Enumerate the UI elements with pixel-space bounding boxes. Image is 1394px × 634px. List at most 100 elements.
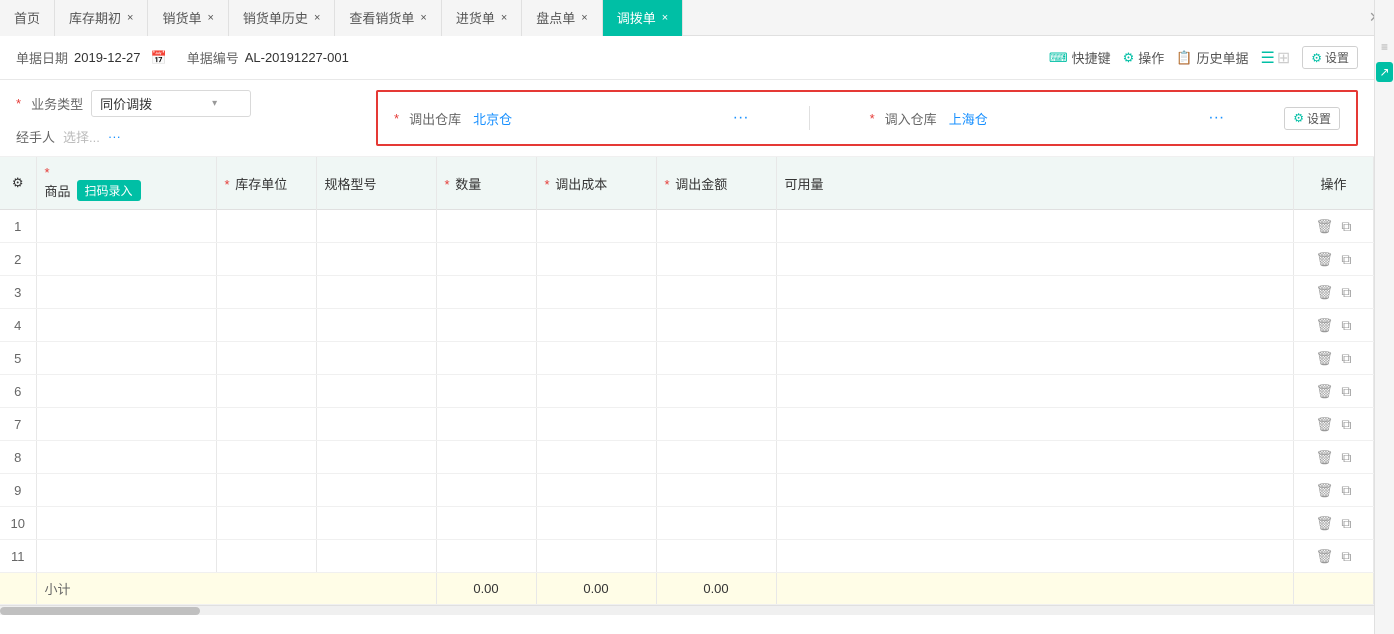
row-qty-9[interactable] [436, 474, 536, 507]
copy-row-5-button[interactable]: ⧉ [1341, 350, 1351, 367]
history-button[interactable]: 📋 历史单据 [1176, 48, 1248, 67]
row-qty-2[interactable] [436, 243, 536, 276]
business-type-select[interactable]: 同价调拨 ▾ [91, 90, 251, 117]
row-amount-6[interactable] [656, 375, 776, 408]
list-view-icon[interactable]: ☰ [1260, 48, 1274, 68]
copy-row-7-button[interactable]: ⧉ [1341, 416, 1351, 433]
copy-row-6-button[interactable]: ⧉ [1341, 383, 1351, 400]
row-qty-3[interactable] [436, 276, 536, 309]
delete-row-4-button[interactable]: 🗑 [1316, 317, 1334, 334]
scrollbar-thumb[interactable] [0, 607, 200, 615]
row-cost-7[interactable] [536, 408, 656, 441]
row-qty-10[interactable] [436, 507, 536, 540]
operations-button[interactable]: ⚙ 操作 [1123, 48, 1165, 67]
row-cost-2[interactable] [536, 243, 656, 276]
handler-more-button[interactable]: ··· [108, 129, 121, 144]
row-cost-5[interactable] [536, 342, 656, 375]
tab-transfer[interactable]: 调拨单 × [603, 0, 683, 36]
row-cost-9[interactable] [536, 474, 656, 507]
tab-stocktake[interactable]: 盘点单 × [522, 0, 602, 36]
row-amount-5[interactable] [656, 342, 776, 375]
settings-button[interactable]: ⚙ 设置 [1302, 46, 1358, 69]
calendar-icon[interactable]: 📅 [151, 50, 167, 66]
row-qty-6[interactable] [436, 375, 536, 408]
row-cost-8[interactable] [536, 441, 656, 474]
row-goods-8[interactable] [36, 441, 216, 474]
row-qty-8[interactable] [436, 441, 536, 474]
row-goods-11[interactable] [36, 540, 216, 573]
row-goods-10[interactable] [36, 507, 216, 540]
delete-row-10-button[interactable]: 🗑 [1316, 515, 1334, 532]
row-amount-7[interactable] [656, 408, 776, 441]
row-amount-9[interactable] [656, 474, 776, 507]
delete-row-9-button[interactable]: 🗑 [1316, 482, 1334, 499]
row-qty-11[interactable] [436, 540, 536, 573]
delete-row-2-button[interactable]: 🗑 [1316, 251, 1334, 268]
row-goods-1[interactable] [36, 210, 216, 243]
row-goods-9[interactable] [36, 474, 216, 507]
row-goods-5[interactable] [36, 342, 216, 375]
copy-row-8-button[interactable]: ⧉ [1341, 449, 1351, 466]
row-goods-7[interactable] [36, 408, 216, 441]
row-amount-11[interactable] [656, 540, 776, 573]
delete-row-5-button[interactable]: 🗑 [1316, 350, 1334, 367]
table-gear-icon[interactable]: ⚙ [12, 175, 24, 190]
tab-view-sales[interactable]: 查看销货单 × [335, 0, 441, 36]
row-qty-1[interactable] [436, 210, 536, 243]
row-amount-2[interactable] [656, 243, 776, 276]
delete-row-11-button[interactable]: 🗑 [1316, 548, 1334, 565]
tab-sales-order[interactable]: 销货单 × [148, 0, 228, 36]
warehouse-settings-button[interactable]: ⚙ 设置 [1284, 107, 1340, 130]
tab-close-sales-history[interactable]: × [314, 12, 320, 24]
row-amount-10[interactable] [656, 507, 776, 540]
delete-row-6-button[interactable]: 🗑 [1316, 383, 1334, 400]
row-goods-3[interactable] [36, 276, 216, 309]
row-cost-1[interactable] [536, 210, 656, 243]
copy-row-3-button[interactable]: ⧉ [1341, 284, 1351, 301]
tab-close-purchase-order[interactable]: × [501, 12, 507, 24]
row-cost-3[interactable] [536, 276, 656, 309]
row-goods-4[interactable] [36, 309, 216, 342]
scan-button[interactable]: 扫码录入 [77, 180, 141, 201]
tab-inventory-init[interactable]: 库存期初 × [55, 0, 148, 36]
tab-sales-history[interactable]: 销货单历史 × [229, 0, 335, 36]
row-qty-7[interactable] [436, 408, 536, 441]
sidebar-list-icon[interactable]: ≡ [1381, 40, 1388, 54]
handler-input[interactable]: 选择... [63, 127, 100, 146]
row-goods-2[interactable] [36, 243, 216, 276]
delete-row-1-button[interactable]: 🗑 [1316, 218, 1334, 235]
row-amount-1[interactable] [656, 210, 776, 243]
copy-row-2-button[interactable]: ⧉ [1341, 251, 1351, 268]
row-amount-8[interactable] [656, 441, 776, 474]
delete-row-3-button[interactable]: 🗑 [1316, 284, 1334, 301]
tab-close-sales-order[interactable]: × [207, 12, 213, 24]
tab-close-stocktake[interactable]: × [581, 12, 587, 24]
row-cost-4[interactable] [536, 309, 656, 342]
tab-close-transfer[interactable]: × [662, 12, 668, 24]
horizontal-scrollbar[interactable] [0, 605, 1374, 615]
row-cost-10[interactable] [536, 507, 656, 540]
tab-close-view-sales[interactable]: × [420, 12, 426, 24]
delete-row-7-button[interactable]: 🗑 [1316, 416, 1334, 433]
tab-close-inventory-init[interactable]: × [127, 12, 133, 24]
row-qty-5[interactable] [436, 342, 536, 375]
copy-row-9-button[interactable]: ⧉ [1341, 482, 1351, 499]
row-cost-6[interactable] [536, 375, 656, 408]
tab-purchase-order[interactable]: 进货单 × [442, 0, 522, 36]
row-cost-11[interactable] [536, 540, 656, 573]
sidebar-export-icon[interactable]: ↗ [1376, 62, 1392, 82]
warehouse-in-more[interactable]: ··· [1208, 109, 1224, 127]
row-goods-6[interactable] [36, 375, 216, 408]
copy-row-4-button[interactable]: ⧉ [1341, 317, 1351, 334]
row-amount-4[interactable] [656, 309, 776, 342]
tab-home[interactable]: 首页 [0, 0, 55, 36]
warehouse-out-more[interactable]: ··· [733, 109, 749, 127]
copy-row-10-button[interactable]: ⧉ [1341, 515, 1351, 532]
th-gear[interactable]: ⚙ [0, 157, 36, 210]
shortcut-button[interactable]: ⌨ 快捷键 [1049, 48, 1111, 67]
copy-row-11-button[interactable]: ⧉ [1341, 548, 1351, 565]
copy-row-1-button[interactable]: ⧉ [1341, 218, 1351, 235]
row-qty-4[interactable] [436, 309, 536, 342]
grid-view-icon[interactable]: ⊞ [1277, 48, 1290, 68]
row-amount-3[interactable] [656, 276, 776, 309]
